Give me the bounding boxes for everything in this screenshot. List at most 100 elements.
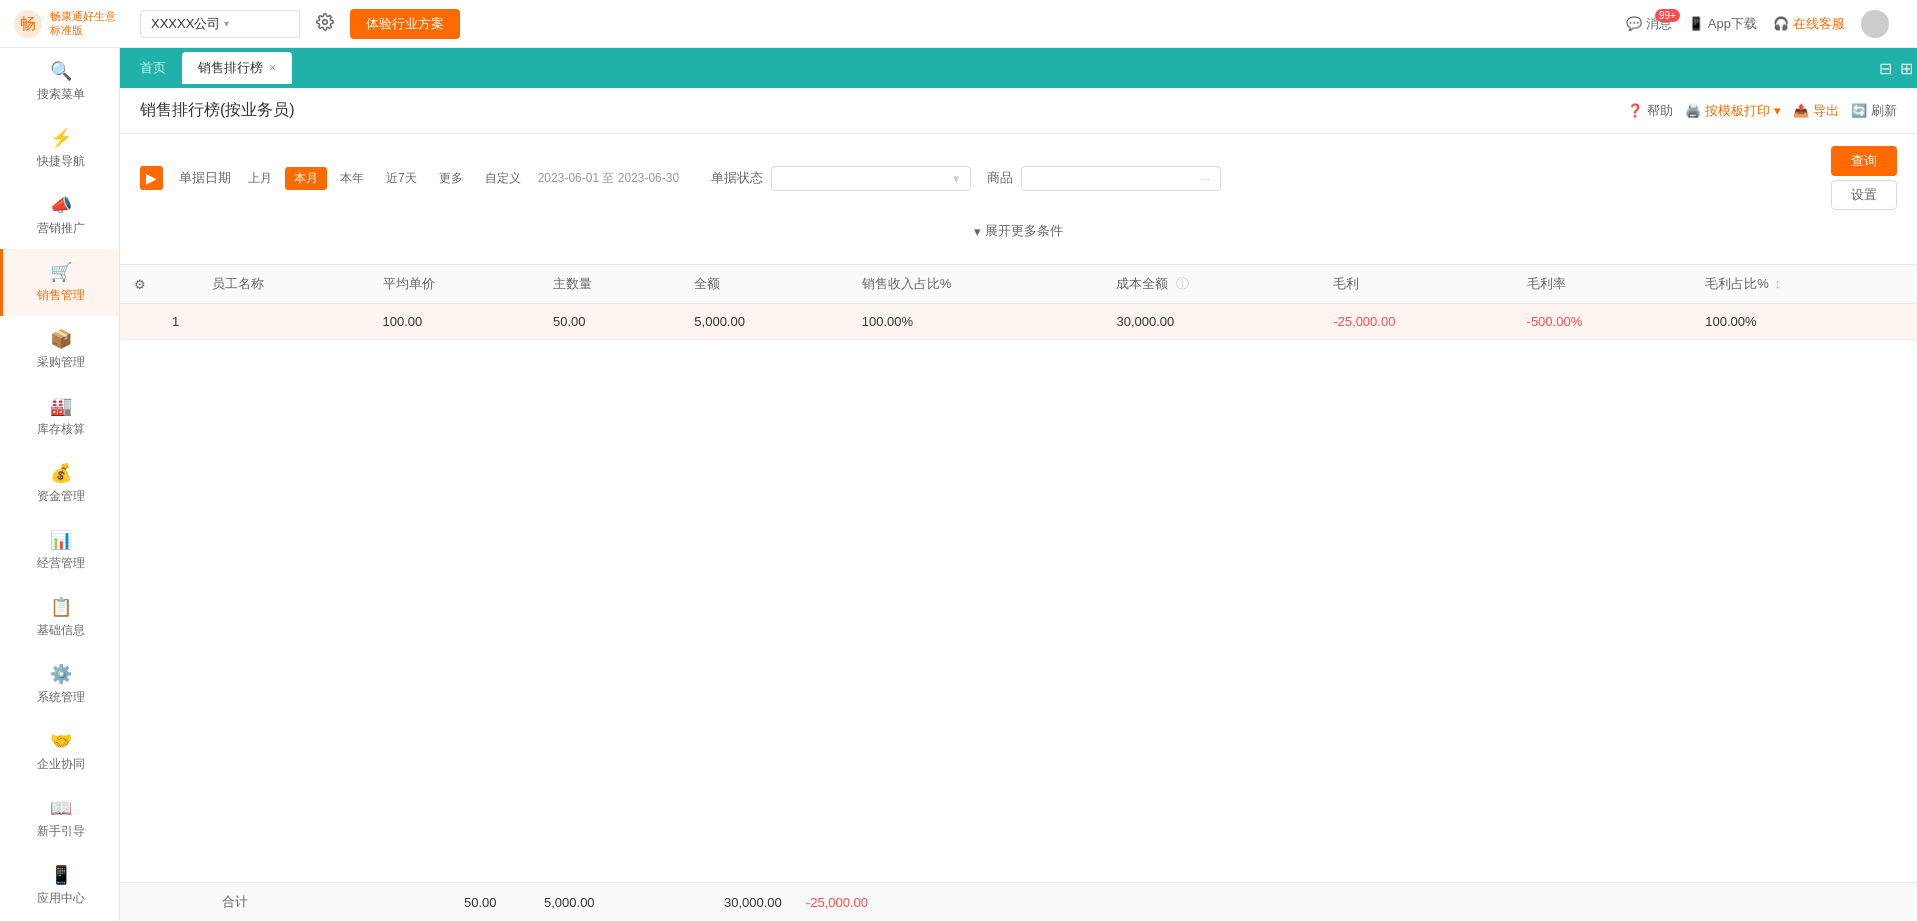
settings-button[interactable]: 设置 — [1831, 180, 1897, 210]
print-button[interactable]: 🖨️ 按模板打印 ▾ — [1685, 102, 1781, 120]
app-download-button[interactable]: 📱 App下载 — [1688, 15, 1757, 33]
table-container: ⚙ 员工名称 平均单价 主数量 — [120, 265, 1917, 882]
sidebar-item-purchase[interactable]: 📦 采购管理 — [0, 316, 119, 383]
sidebar-item-system[interactable]: ⚙️ 系统管理 — [0, 651, 119, 718]
sidebar-item-basic-info[interactable]: 📋 基础信息 — [0, 584, 119, 651]
col-employee[interactable]: 员工名称 — [200, 265, 371, 304]
sidebar-item-search-orders[interactable]: 🔍 搜索菜单 — [0, 48, 119, 115]
cell-employee — [200, 304, 371, 340]
footer-gross: -25,000.00 — [794, 895, 880, 910]
handshake-icon: 🤝 — [50, 730, 72, 752]
sidebar-item-finance[interactable]: 💰 资金管理 — [0, 450, 119, 517]
trial-button[interactable]: 体验行业方案 — [350, 9, 460, 39]
col-gross-rate[interactable]: 毛利率 — [1515, 265, 1694, 304]
goods-select[interactable]: ··· — [1021, 166, 1221, 191]
box-icon: 📦 — [50, 328, 72, 350]
cell-icon — [120, 304, 160, 340]
sidebar-item-operations[interactable]: 📊 经营管理 — [0, 517, 119, 584]
lightning-icon: ⚡ — [50, 127, 72, 149]
header-actions: ❓ 帮助 🖨️ 按模板打印 ▾ 📤 导出 � — [1627, 102, 1897, 120]
online-service-button[interactable]: 🎧 在线客服 — [1773, 15, 1845, 33]
phone-icon: 📱 — [50, 864, 72, 886]
company-name: XXXXX公司 — [151, 15, 220, 33]
top-right-area: 💬 消息 99+ 📱 App下载 🎧 在线客服 — [1626, 10, 1905, 38]
col-amount[interactable]: 全额 — [682, 265, 849, 304]
footer-sales-pct-spacer — [612, 895, 712, 910]
clipboard-icon: 📋 — [50, 596, 72, 618]
tab-minimize-icon[interactable]: ⊟ — [1879, 59, 1892, 78]
svg-point-2 — [323, 20, 328, 25]
col-gross[interactable]: 毛利 — [1321, 265, 1514, 304]
cell-amount: 5,000.00 — [682, 304, 849, 340]
export-button[interactable]: 📤 导出 — [1793, 102, 1839, 120]
date-filter-label: 单据日期 — [179, 169, 231, 187]
col-cost[interactable]: 成本全额 ⓘ — [1104, 265, 1321, 304]
status-filter-label: 单据状态 — [711, 169, 763, 187]
action-buttons: 查询 设置 — [1831, 146, 1897, 210]
settings-icon-btn[interactable] — [308, 9, 342, 38]
tab-sales-ranking[interactable]: 销售排行榜 × — [182, 52, 292, 84]
col-main-qty[interactable]: 主数量 — [541, 265, 682, 304]
sidebar-item-quick-nav[interactable]: ⚡ 快捷导航 — [0, 115, 119, 182]
date-btn-this-year[interactable]: 本年 — [331, 167, 373, 190]
print-icon: 🖨️ — [1685, 103, 1701, 118]
cart-icon: 🛒 — [50, 261, 72, 283]
col-sales-pct[interactable]: 销售收入占比% — [850, 265, 1105, 304]
sidebar-item-marketing[interactable]: 📣 营销推广 — [0, 182, 119, 249]
megaphone-icon: 📣 — [50, 194, 72, 216]
filter-area: ▶ 单据日期 上月 本月 本年 近7天 更多 自定义 — [120, 134, 1917, 265]
filter-row: ▶ 单据日期 上月 本月 本年 近7天 更多 自定义 — [140, 146, 1897, 210]
col-settings[interactable]: ⚙ — [120, 265, 160, 304]
date-btn-more[interactable]: 更多 — [430, 167, 472, 190]
refresh-button[interactable]: 🔄 刷新 — [1851, 102, 1897, 120]
sidebar-item-app-center[interactable]: 📱 应用中心 — [0, 852, 119, 919]
sidebar-item-sales[interactable]: 🛒 销售管理 — [0, 249, 119, 316]
date-btn-custom[interactable]: 自定义 — [476, 167, 530, 190]
cell-gross-pct: 100.00% — [1693, 304, 1917, 340]
cell-sales-pct: 100.00% — [850, 304, 1105, 340]
tab-maximize-icon[interactable]: ⊞ — [1900, 59, 1913, 78]
cell-rank: 1 — [160, 304, 200, 340]
cell-gross-rate: -500.00% — [1515, 304, 1694, 340]
message-icon: 💬 — [1626, 16, 1642, 31]
expand-conditions-button[interactable]: ▾ 展开更多条件 — [974, 222, 1063, 240]
headset-icon: 🎧 — [1773, 16, 1789, 31]
query-button[interactable]: 查询 — [1831, 146, 1897, 176]
date-btn-this-month[interactable]: 本月 — [285, 167, 327, 190]
tab-close-icon[interactable]: × — [269, 61, 276, 75]
date-btn-last7days[interactable]: 近7天 — [377, 167, 426, 190]
avatar[interactable] — [1861, 10, 1889, 38]
notification-button[interactable]: 💬 消息 99+ — [1626, 15, 1672, 33]
table-row: 1 100.00 50.00 5,000.00 100.00% 30,000.0… — [120, 304, 1917, 340]
expand-section: ▾ 展开更多条件 — [140, 210, 1897, 252]
col-gross-pct[interactable]: 毛利占比% ↕ — [1693, 265, 1917, 304]
sidebar-item-enterprise-collab[interactable]: 🤝 企业协同 — [0, 718, 119, 785]
export-icon: 📤 — [1793, 103, 1809, 118]
col-avg-price[interactable]: 平均单价 — [371, 265, 542, 304]
sidebar-item-inventory[interactable]: 🏭 库存核算 — [0, 383, 119, 450]
footer-main-qty: 50.00 — [452, 895, 532, 910]
sidebar-item-beginner-guide[interactable]: 📖 新手引导 — [0, 785, 119, 852]
gross-pct-sort-icon[interactable]: ↕ — [1774, 276, 1781, 291]
help-button[interactable]: ❓ 帮助 — [1627, 102, 1673, 120]
date-btn-last-month[interactable]: 上月 — [239, 167, 281, 190]
footer-cell-spacer — [252, 895, 452, 910]
status-filter-item: 单据状态 ▾ — [711, 166, 971, 191]
status-dropdown-icon: ▾ — [953, 171, 960, 186]
search-icon: 🔍 — [50, 60, 72, 82]
company-selector[interactable]: XXXXX公司 ▾ — [140, 10, 300, 38]
cell-main-qty: 50.00 — [541, 304, 682, 340]
tab-active-label: 销售排行榜 — [198, 59, 263, 77]
status-select[interactable]: ▾ — [771, 166, 971, 191]
content-area: 首页 销售排行榜 × ⊟ ⊞ 销售排行榜(按业务员) — [120, 48, 1917, 921]
chart-icon: 📊 — [50, 529, 72, 551]
date-filter-options: 上月 本月 本年 近7天 更多 自定义 — [239, 167, 530, 190]
tab-home[interactable]: 首页 — [124, 52, 182, 84]
cost-info-icon[interactable]: ⓘ — [1176, 276, 1189, 291]
tab-bar: 首页 销售排行榜 × ⊟ ⊞ — [120, 48, 1917, 88]
filter-collapse-btn[interactable]: ▶ — [140, 166, 163, 190]
warehouse-icon: 🏭 — [50, 395, 72, 417]
cell-cost: 30,000.00 — [1104, 304, 1321, 340]
sidebar: 🔍 搜索菜单 ⚡ 快捷导航 📣 营销推广 🛒 销售管理 📦 采购管理 🏭 — [0, 48, 120, 921]
col-settings-icon: ⚙ — [134, 277, 146, 292]
